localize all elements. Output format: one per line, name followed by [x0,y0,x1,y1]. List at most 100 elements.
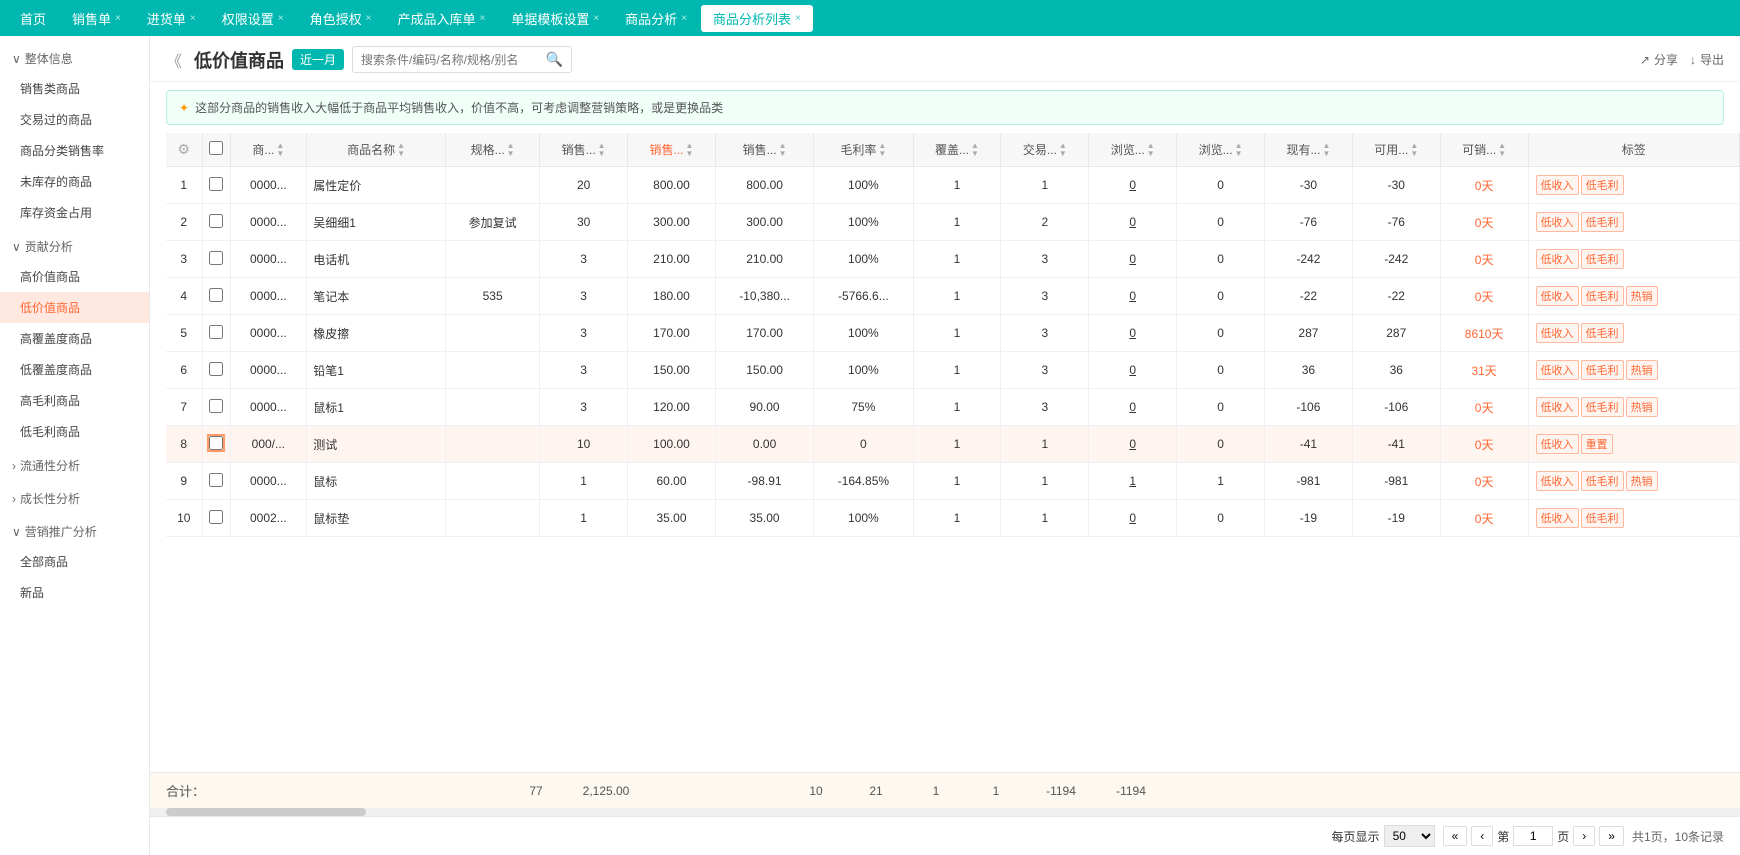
row-views1[interactable]: 0 [1089,315,1177,352]
col-code-header[interactable]: 商...▲▼ [230,133,307,167]
close-icon[interactable]: × [278,13,284,24]
row-name[interactable]: 铅笔1 [307,352,446,389]
nav-tab-analysis-list[interactable]: 商品分析列表 × [701,5,813,32]
row-name[interactable]: 测试 [307,426,446,463]
sidebar-item-low-coverage[interactable]: 低覆盖度商品 [0,354,149,385]
horizontal-scrollbar[interactable] [150,808,1740,816]
row-name[interactable]: 鼠标1 [307,389,446,426]
prev-page-button[interactable]: ‹ [1471,826,1493,846]
sidebar-group-circulation[interactable]: › 流通性分析 [0,451,149,480]
nav-tab-products[interactable]: 产成品入库单 × [385,5,497,32]
row-checkbox[interactable] [209,473,223,487]
last-page-button[interactable]: » [1599,826,1624,846]
share-button[interactable]: ↗ 分享 [1640,51,1678,68]
sidebar-item-stock-fund[interactable]: 库存资金占用 [0,197,149,228]
per-page-select[interactable]: 50 100 [1384,825,1435,847]
row-views1[interactable]: 0 [1089,500,1177,537]
col-stock-header[interactable]: 现有...▲▼ [1264,133,1352,167]
sidebar-item-low-value[interactable]: 低价值商品 [0,292,149,323]
col-margin-header[interactable]: 毛利率▲▼ [814,133,913,167]
col-saleable-header[interactable]: 可销...▲▼ [1440,133,1528,167]
row-views1[interactable]: 0 [1089,278,1177,315]
close-icon[interactable]: × [795,13,801,24]
row-checkbox[interactable] [209,177,223,191]
sidebar-item-category-rate[interactable]: 商品分类销售率 [0,135,149,166]
search-input[interactable] [361,53,542,67]
nav-tab-templates[interactable]: 单据模板设置 × [499,5,611,32]
col-coverage-header[interactable]: 覆盖...▲▼ [913,133,1001,167]
row-name[interactable]: 吴细细1 [307,204,446,241]
row-checkbox[interactable] [209,399,223,413]
export-button[interactable]: ↓ 导出 [1690,51,1724,68]
row-checkbox[interactable] [209,251,223,265]
nav-tab-permissions[interactable]: 权限设置 × [210,5,296,32]
col-views2-header[interactable]: 浏览...▲▼ [1177,133,1265,167]
close-icon[interactable]: × [593,13,599,24]
col-spec-header[interactable]: 规格...▲▼ [446,133,540,167]
views1-link[interactable]: 0 [1129,400,1136,414]
sidebar-item-all-products[interactable]: 全部商品 [0,546,149,577]
col-amount-header[interactable]: 销售...▲▼ [628,133,716,167]
row-name[interactable]: 鼠标垫 [307,500,446,537]
views1-link[interactable]: 0 [1129,252,1136,266]
sidebar-item-high-value[interactable]: 高价值商品 [0,261,149,292]
first-page-button[interactable]: « [1443,826,1468,846]
period-badge[interactable]: 近一月 [292,49,344,70]
next-page-button[interactable]: › [1573,826,1595,846]
col-name-header[interactable]: 商品名称▲▼ [307,133,446,167]
col-views1-header[interactable]: 浏览...▲▼ [1089,133,1177,167]
row-name[interactable]: 电话机 [307,241,446,278]
views1-link[interactable]: 0 [1129,437,1136,451]
row-name[interactable]: 属性定价 [307,167,446,204]
row-checkbox[interactable] [209,510,223,524]
row-views1[interactable]: 0 [1089,167,1177,204]
sidebar-item-sales-category[interactable]: 销售类商品 [0,73,149,104]
search-icon[interactable]: 🔍 [546,51,563,68]
views1-link[interactable]: 0 [1129,289,1136,303]
col-profit-header[interactable]: 销售...▲▼ [715,133,813,167]
row-views1[interactable]: 1 [1089,463,1177,500]
close-icon[interactable]: × [479,13,485,24]
sidebar-item-high-margin[interactable]: 高毛利商品 [0,385,149,416]
nav-tab-sales[interactable]: 销售单 × [60,5,133,32]
row-checkbox[interactable] [209,436,223,450]
row-views1[interactable]: 0 [1089,241,1177,278]
row-checkbox[interactable] [209,325,223,339]
select-all-checkbox[interactable] [209,141,223,155]
views1-link[interactable]: 0 [1129,363,1136,377]
sidebar-item-unstock[interactable]: 未库存的商品 [0,166,149,197]
row-views1[interactable]: 0 [1089,389,1177,426]
row-name[interactable]: 橡皮擦 [307,315,446,352]
sidebar-item-new-products[interactable]: 新品 [0,577,149,608]
col-qty-header[interactable]: 销售...▲▼ [540,133,628,167]
col-transactions-header[interactable]: 交易...▲▼ [1001,133,1089,167]
close-icon[interactable]: × [366,13,372,24]
row-name[interactable]: 笔记本 [307,278,446,315]
row-views1[interactable]: 0 [1089,352,1177,389]
nav-tab-analysis[interactable]: 商品分析 × [613,5,699,32]
views1-link[interactable]: 0 [1129,215,1136,229]
views1-link[interactable]: 1 [1129,474,1136,488]
row-views1[interactable]: 0 [1089,426,1177,463]
nav-tab-purchase[interactable]: 进货单 × [135,5,208,32]
sidebar-group-marketing[interactable]: ∨ 营销推广分析 [0,517,149,546]
row-checkbox[interactable] [209,214,223,228]
views1-link[interactable]: 0 [1129,178,1136,192]
row-views1[interactable]: 0 [1089,204,1177,241]
close-icon[interactable]: × [115,13,121,24]
collapse-sidebar-button[interactable]: 《 [166,48,182,72]
sidebar-group-overall[interactable]: ∨ 整体信息 [0,44,149,73]
row-checkbox[interactable] [209,362,223,376]
close-icon[interactable]: × [681,13,687,24]
sidebar-item-traded[interactable]: 交易过的商品 [0,104,149,135]
settings-icon[interactable]: ⚙ [177,141,190,157]
sidebar-group-growth[interactable]: › 成长性分析 [0,484,149,513]
nav-home[interactable]: 首页 [8,0,58,36]
row-checkbox[interactable] [209,288,223,302]
views1-link[interactable]: 0 [1129,326,1136,340]
close-icon[interactable]: × [190,13,196,24]
nav-tab-roles[interactable]: 角色授权 × [298,5,384,32]
views1-link[interactable]: 0 [1129,511,1136,525]
page-input[interactable] [1513,826,1553,846]
sidebar-group-contribution[interactable]: ∨ 贡献分析 [0,232,149,261]
